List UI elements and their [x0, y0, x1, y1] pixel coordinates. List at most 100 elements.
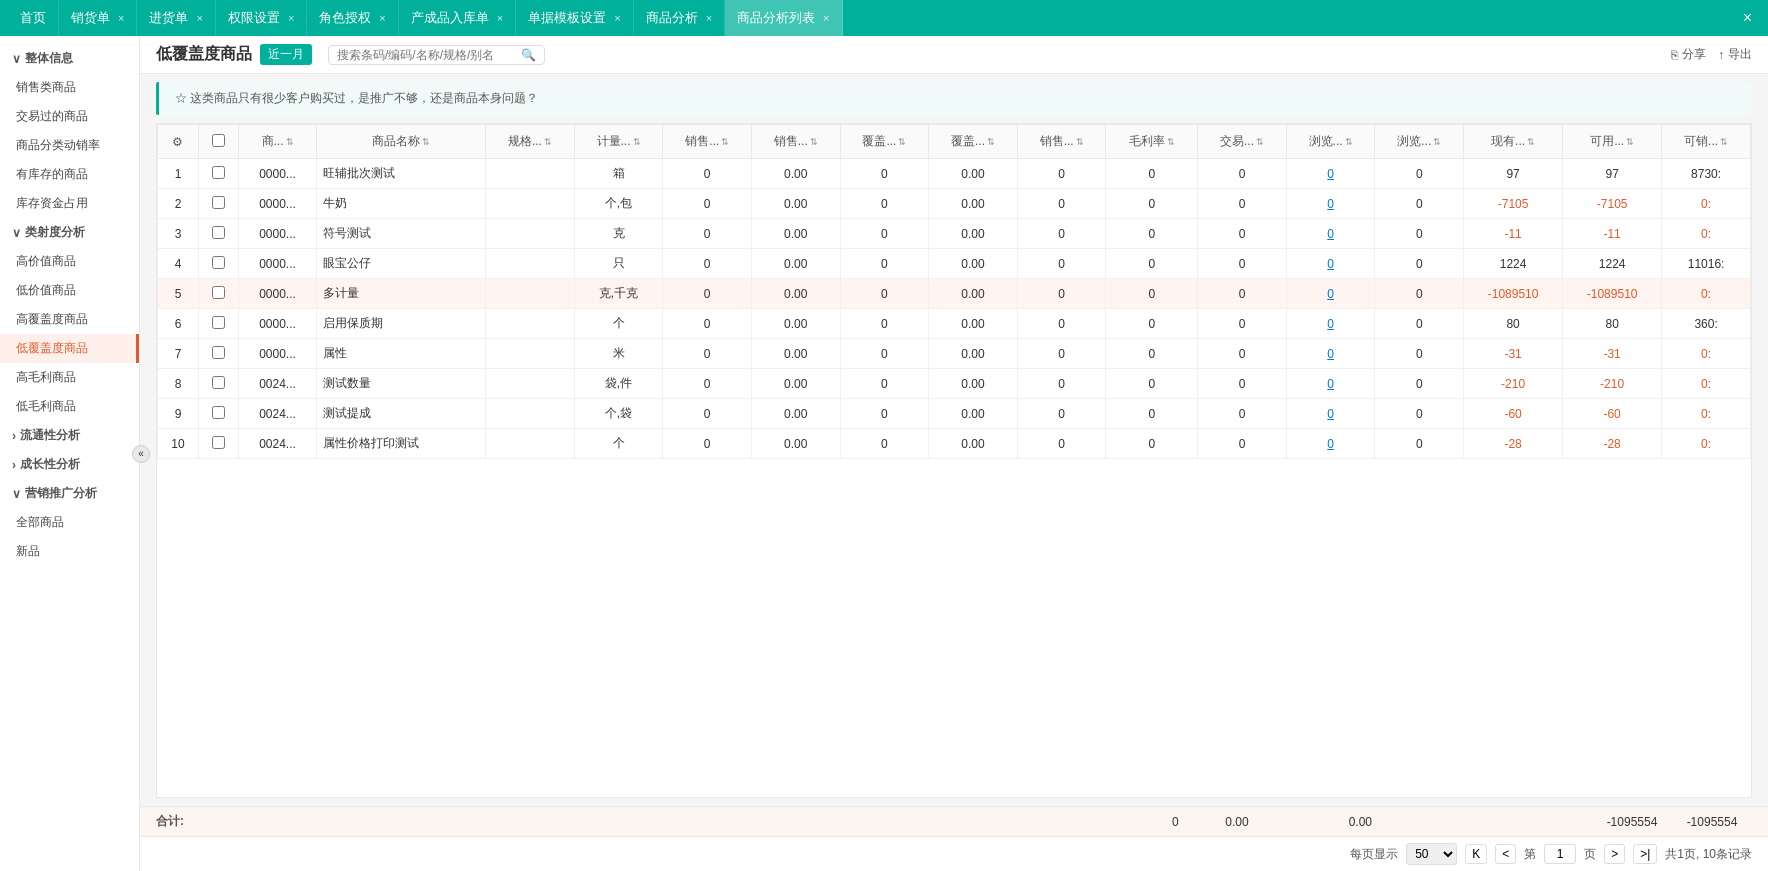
row-checkbox[interactable] — [198, 399, 238, 429]
nav-tab-permissions[interactable]: 权限设置 × — [216, 0, 307, 36]
col-trade[interactable]: 交易...⇅ — [1198, 125, 1287, 159]
close-icon[interactable]: × — [614, 12, 620, 24]
row-checkbox[interactable] — [198, 429, 238, 459]
nav-tab-roles[interactable]: 角色授权 × — [307, 0, 398, 36]
row-browse1[interactable]: 0 — [1286, 249, 1375, 279]
nav-tab-sales[interactable]: 销货单 × — [59, 0, 137, 36]
page-number-input[interactable] — [1544, 844, 1576, 864]
row-browse1[interactable]: 0 — [1286, 429, 1375, 459]
col-browse1[interactable]: 浏览...⇅ — [1286, 125, 1375, 159]
close-icon[interactable]: × — [823, 12, 829, 24]
row-checkbox[interactable] — [198, 279, 238, 309]
window-close-button[interactable]: × — [1735, 9, 1760, 27]
col-unit[interactable]: 计量...⇅ — [574, 125, 663, 159]
row-checkbox[interactable] — [198, 249, 238, 279]
row-browse1[interactable]: 0 — [1286, 159, 1375, 189]
row-select-checkbox[interactable] — [212, 316, 225, 329]
row-browse1[interactable]: 0 — [1286, 219, 1375, 249]
sidebar-item-inventory-capital[interactable]: 库存资金占用 — [0, 189, 139, 218]
col-browse2[interactable]: 浏览...⇅ — [1375, 125, 1464, 159]
close-icon[interactable]: × — [706, 12, 712, 24]
search-input[interactable] — [337, 48, 517, 62]
nav-tab-purchase[interactable]: 进货单 × — [137, 0, 215, 36]
sidebar-item-new-goods[interactable]: 新品 — [0, 537, 139, 566]
col-spec[interactable]: 规格...⇅ — [486, 125, 575, 159]
row-select-checkbox[interactable] — [212, 196, 225, 209]
row-checkbox[interactable] — [198, 219, 238, 249]
date-filter-button[interactable]: 近一月 — [260, 44, 312, 65]
search-icon[interactable]: 🔍 — [521, 48, 536, 62]
close-icon[interactable]: × — [379, 12, 385, 24]
row-select-checkbox[interactable] — [212, 436, 225, 449]
row-checkbox[interactable] — [198, 369, 238, 399]
row-browse1[interactable]: 0 — [1286, 339, 1375, 369]
col-cover2[interactable]: 覆盖...⇅ — [929, 125, 1018, 159]
next-page-button[interactable]: > — [1604, 844, 1625, 864]
close-icon[interactable]: × — [196, 12, 202, 24]
col-stock1[interactable]: 现有...⇅ — [1464, 125, 1563, 159]
row-browse1[interactable]: 0 — [1286, 189, 1375, 219]
col-gross[interactable]: 毛利率⇅ — [1106, 125, 1198, 159]
sidebar-item-low-margin[interactable]: 低毛利商品 — [0, 392, 139, 421]
row-select-checkbox[interactable] — [212, 256, 225, 269]
row-select-checkbox[interactable] — [212, 166, 225, 179]
sidebar-item-high-value[interactable]: 高价值商品 — [0, 247, 139, 276]
sidebar-section-growth[interactable]: › 成长性分析 — [0, 450, 139, 479]
col-name[interactable]: 商品名称⇅ — [316, 125, 485, 159]
export-button[interactable]: ↑ 导出 — [1718, 46, 1752, 63]
col-can-sell[interactable]: 可销...⇅ — [1662, 125, 1751, 159]
row-select-checkbox[interactable] — [212, 226, 225, 239]
close-icon[interactable]: × — [118, 12, 124, 24]
sidebar-item-all-goods[interactable]: 全部商品 — [0, 508, 139, 537]
sidebar-item-high-coverage[interactable]: 高覆盖度商品 — [0, 305, 139, 334]
sidebar-item-category-rate[interactable]: 商品分类动销率 — [0, 131, 139, 160]
nav-tab-template[interactable]: 单据模板设置 × — [516, 0, 633, 36]
row-checkbox[interactable] — [198, 159, 238, 189]
sidebar-item-high-margin[interactable]: 高毛利商品 — [0, 363, 139, 392]
col-sales-count[interactable]: 销售...⇅ — [663, 125, 752, 159]
row-select-checkbox[interactable] — [212, 406, 225, 419]
sidebar-item-low-coverage[interactable]: 低覆盖度商品 — [0, 334, 139, 363]
sidebar-item-sales-goods[interactable]: 销售类商品 — [0, 73, 139, 102]
first-page-button[interactable]: K — [1465, 844, 1487, 864]
prev-page-button[interactable]: < — [1495, 844, 1516, 864]
row-checkbox[interactable] — [198, 339, 238, 369]
row-select-checkbox[interactable] — [212, 376, 225, 389]
row-select-checkbox[interactable] — [212, 346, 225, 359]
col-stock2[interactable]: 可用...⇅ — [1563, 125, 1662, 159]
row-browse1[interactable]: 0 — [1286, 309, 1375, 339]
row-browse1[interactable]: 0 — [1286, 279, 1375, 309]
row-browse1[interactable]: 0 — [1286, 369, 1375, 399]
nav-tab-product-inbound[interactable]: 产成品入库单 × — [399, 0, 516, 36]
col-sales-amount[interactable]: 销售...⇅ — [751, 125, 840, 159]
share-button[interactable]: ⎘ 分享 — [1671, 46, 1706, 63]
col-settings[interactable]: ⚙ — [158, 125, 199, 159]
col-cover1[interactable]: 覆盖...⇅ — [840, 125, 929, 159]
sidebar-item-low-value[interactable]: 低价值商品 — [0, 276, 139, 305]
sidebar-item-stocked-goods[interactable]: 有库存的商品 — [0, 160, 139, 189]
row-checkbox[interactable] — [198, 189, 238, 219]
col-checkbox[interactable] — [198, 125, 238, 159]
page-size-select[interactable]: 50 20 100 — [1406, 843, 1457, 865]
row-checkbox[interactable] — [198, 309, 238, 339]
row-select-checkbox[interactable] — [212, 286, 225, 299]
col-code[interactable]: 商...⇅ — [239, 125, 316, 159]
sidebar-collapse-button[interactable]: « — [132, 445, 150, 463]
close-icon[interactable]: × — [288, 12, 294, 24]
row-browse1[interactable]: 0 — [1286, 399, 1375, 429]
col-sales3[interactable]: 销售...⇅ — [1017, 125, 1106, 159]
sidebar-item-traded-goods[interactable]: 交易过的商品 — [0, 102, 139, 131]
select-all-checkbox[interactable] — [212, 134, 225, 147]
row-can-sell: 0: — [1662, 339, 1751, 369]
close-icon[interactable]: × — [497, 12, 503, 24]
sidebar-section-coverage[interactable]: ∨ 类射度分析 — [0, 218, 139, 247]
row-cover2: 0.00 — [929, 189, 1018, 219]
nav-tab-home[interactable]: 首页 — [8, 0, 59, 36]
last-page-button[interactable]: >| — [1633, 844, 1657, 864]
row-cover1: 0 — [840, 369, 929, 399]
sidebar-section-marketing[interactable]: ∨ 营销推广分析 — [0, 479, 139, 508]
sidebar-section-overall[interactable]: ∨ 整体信息 — [0, 44, 139, 73]
nav-tab-analysis-list[interactable]: 商品分析列表 × — [725, 0, 842, 36]
sidebar-section-liquidity[interactable]: › 流通性分析 — [0, 421, 139, 450]
nav-tab-analysis[interactable]: 商品分析 × — [634, 0, 725, 36]
